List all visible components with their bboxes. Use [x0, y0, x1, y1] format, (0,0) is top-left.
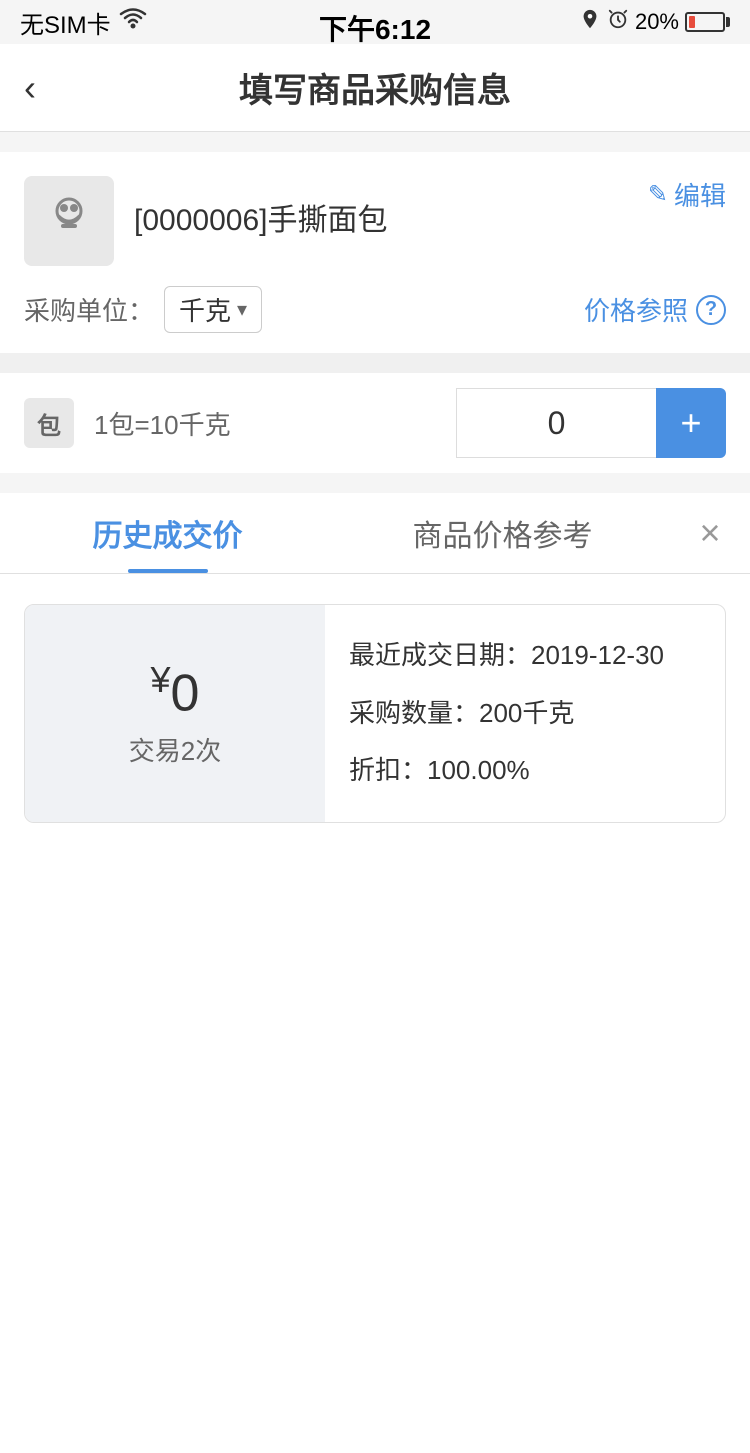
quantity-unit-text: 1包=10千克 [94, 405, 231, 442]
quantity-plus-button[interactable]: + [656, 388, 726, 458]
product-thumbnail [24, 176, 114, 266]
product-name: [0000006]手撕面包 [134, 200, 387, 242]
edit-icon: ✎ [648, 180, 668, 209]
quantity-row: 包 1包=10千克 + [0, 373, 750, 473]
unit-value: 千克 [179, 291, 231, 328]
page-title: 填写商品采购信息 [239, 63, 511, 112]
status-bar: 无SIM卡 下午6:12 20% [0, 0, 750, 44]
quantity-input-wrap: + [456, 388, 726, 458]
product-left: [0000006]手撕面包 [24, 176, 387, 266]
history-price-summary: ¥0 交易2次 [25, 605, 325, 822]
back-button[interactable]: ‹ [24, 70, 36, 106]
edit-label: 编辑 [674, 176, 726, 213]
purchase-qty-value: 200千克 [479, 698, 574, 728]
price-ref-label: 价格参照 [584, 291, 688, 328]
recent-date-row: 最近成交日期：2019-12-30 [349, 635, 701, 677]
history-card: ¥0 交易2次 最近成交日期：2019-12-30 采购数量：200千克 折扣：… [24, 604, 726, 823]
tab-product-price-ref[interactable]: 商品价格参考 [335, 493, 670, 573]
nav-bar: ‹ 填写商品采购信息 [0, 44, 750, 132]
dropdown-arrow-icon: ▾ [237, 297, 247, 322]
section-divider [0, 353, 750, 373]
bottom-area [0, 853, 750, 1453]
edit-button[interactable]: ✎ 编辑 [648, 176, 726, 213]
discount-label: 折扣： [349, 755, 427, 785]
discount-row: 折扣：100.00% [349, 750, 701, 792]
purchase-qty-label: 采购数量： [349, 698, 479, 728]
carrier-label: 无SIM卡 [20, 5, 111, 40]
status-time: 下午6:12 [319, 8, 431, 48]
history-trades-count: 交易2次 [129, 731, 221, 768]
status-right: 20% [579, 8, 730, 36]
product-section: [0000006]手撕面包 ✎ 编辑 采购单位： 千克 ▾ 价格参照 ? [0, 152, 750, 353]
help-icon: ? [696, 295, 726, 325]
yen-symbol: ¥ [151, 659, 171, 700]
tab-content: ¥0 交易2次 最近成交日期：2019-12-30 采购数量：200千克 折扣：… [0, 574, 750, 853]
location-icon [579, 8, 601, 36]
tab-section: 历史成交价 商品价格参考 × ¥0 交易2次 最近成交日期：2019-12-30… [0, 493, 750, 853]
product-thumb-icon [39, 186, 99, 256]
battery-icon [685, 12, 730, 32]
wifi-icon [119, 8, 147, 37]
product-header: [0000006]手撕面包 ✎ 编辑 [24, 176, 726, 266]
quantity-input[interactable] [456, 388, 656, 458]
quantity-unit-icon: 包 [24, 398, 74, 448]
discount-value: 100.00% [427, 755, 530, 785]
price-ref-button[interactable]: 价格参照 ? [584, 291, 726, 328]
recent-date-label: 最近成交日期： [349, 640, 531, 670]
product-unit-row: 采购单位： 千克 ▾ 价格参照 ? [24, 286, 726, 333]
tab-close-button[interactable]: × [670, 493, 750, 573]
history-price-value: ¥0 [151, 659, 200, 723]
purchase-qty-row: 采购数量：200千克 [349, 693, 701, 735]
alarm-icon [607, 8, 629, 36]
tab-header: 历史成交价 商品价格参考 × [0, 493, 750, 574]
unit-label: 采购单位： 千克 ▾ [24, 286, 262, 333]
status-left: 无SIM卡 [20, 5, 147, 40]
unit-select[interactable]: 千克 ▾ [164, 286, 262, 333]
battery-percent: 20% [635, 9, 679, 35]
history-details: 最近成交日期：2019-12-30 采购数量：200千克 折扣：100.00% [325, 605, 725, 822]
recent-date-value: 2019-12-30 [531, 640, 664, 670]
tab-history-price[interactable]: 历史成交价 [0, 493, 335, 573]
